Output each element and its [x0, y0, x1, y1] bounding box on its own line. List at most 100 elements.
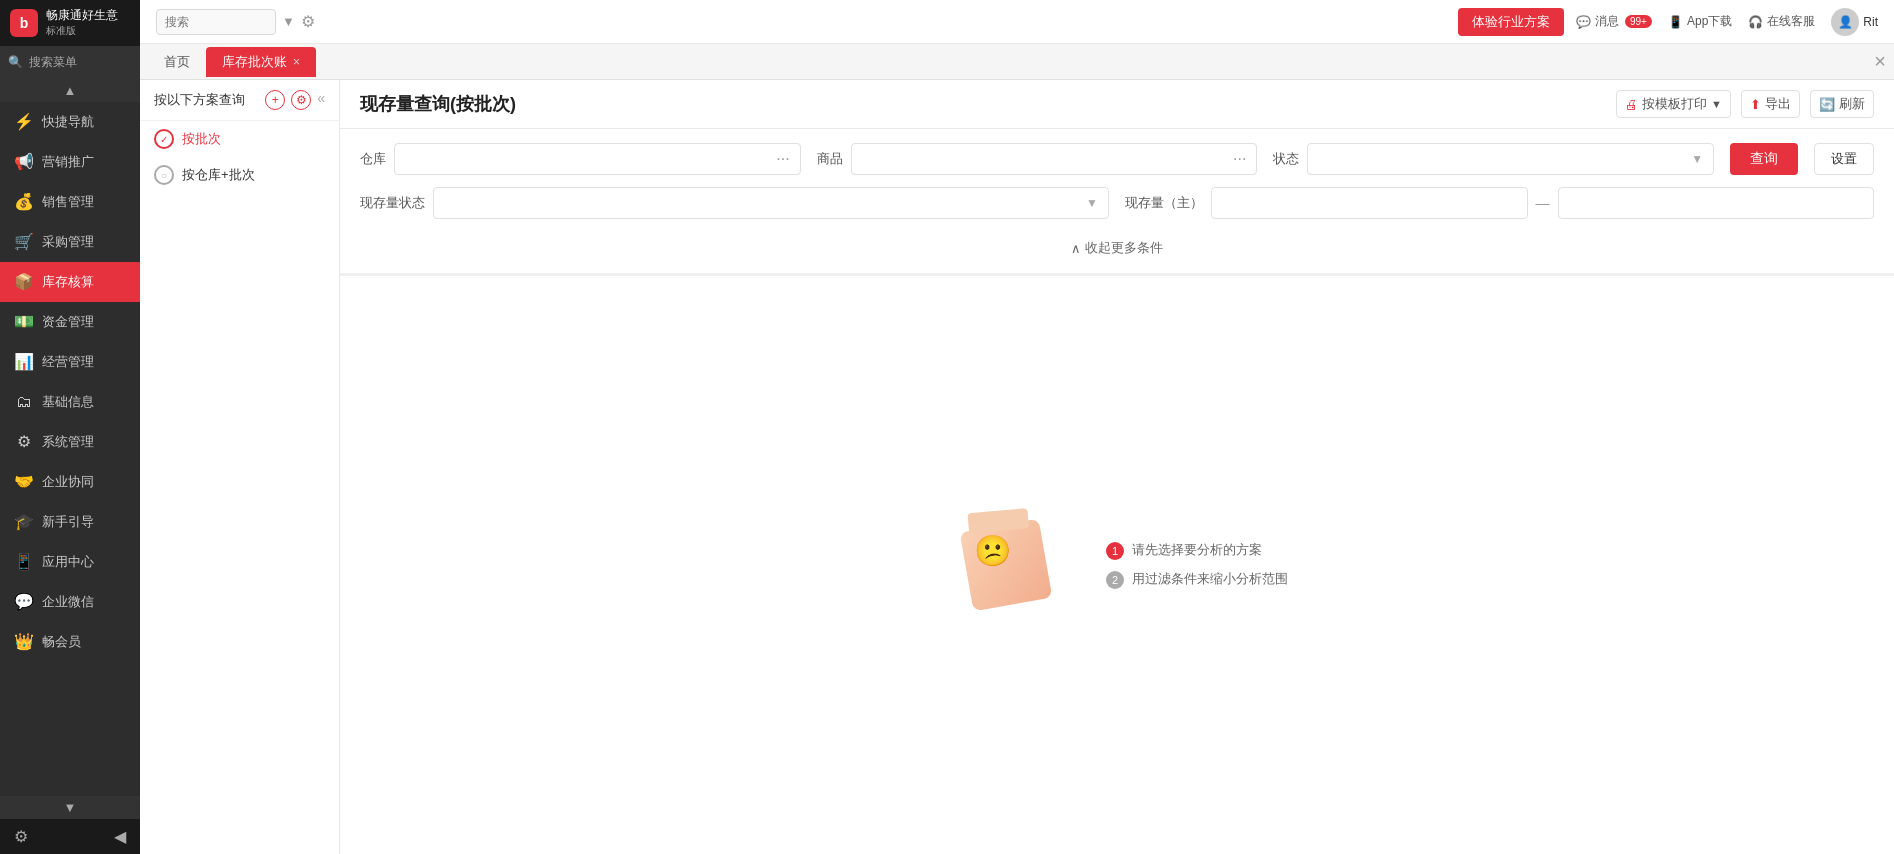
- sidebar-nav: ⚡ 快捷导航 📢 营销推广 💰 销售管理 🛒 采购管理 📦 库存核算 💵 资金管…: [0, 102, 140, 796]
- search-menu[interactable]: 🔍 搜索菜单: [0, 46, 140, 79]
- basic-icon: 🗂: [14, 392, 34, 412]
- sidebar-item-label: 库存核算: [42, 273, 94, 291]
- solution-item-by-warehouse-batch[interactable]: ○ 按仓库+批次: [140, 157, 339, 193]
- sidebar-item-wechat[interactable]: 💬 企业微信: [0, 582, 140, 622]
- messages-badge: 99+: [1625, 15, 1652, 28]
- topbar: ▼ ⚙ 体验行业方案 💬 消息 99+ 📱 App下载 🎧 在线客服 👤: [140, 0, 1894, 44]
- tab-close-icon[interactable]: ×: [293, 55, 300, 69]
- filter-warehouse: 仓库 ···: [360, 143, 801, 175]
- chevron-up-icon: ∧: [1071, 241, 1081, 256]
- refresh-btn[interactable]: 🔄 刷新: [1810, 90, 1874, 118]
- topbar-right: 💬 消息 99+ 📱 App下载 🎧 在线客服 👤 Rit: [1576, 8, 1878, 36]
- left-panel: 按以下方案查询 + ⚙ « ✓ 按批次 ○ 按仓库+批次: [140, 80, 340, 854]
- hint-num-1: 1: [1106, 542, 1124, 560]
- left-panel-icons: + ⚙ «: [265, 90, 325, 110]
- trial-btn[interactable]: 体验行业方案: [1458, 8, 1564, 36]
- sidebar-item-marketing[interactable]: 📢 营销推广: [0, 142, 140, 182]
- scroll-down-btn[interactable]: ▼: [0, 796, 140, 819]
- app-download-btn[interactable]: 📱 App下载: [1668, 13, 1732, 30]
- sidebar-item-label: 应用中心: [42, 553, 94, 571]
- app-logo: b: [10, 9, 38, 37]
- chevron-down-icon[interactable]: ▼: [1711, 98, 1722, 110]
- empty-illustration: 😕: [946, 505, 1066, 625]
- dropdown-icon[interactable]: ▼: [282, 14, 295, 29]
- sidebar-item-system[interactable]: ⚙ 系统管理: [0, 422, 140, 462]
- newbie-icon: 🎓: [14, 512, 34, 532]
- filter-product: 商品 ···: [817, 143, 1258, 175]
- solution-label: 按批次: [182, 130, 221, 148]
- filter-row-2: 现存量状态 ▼ 现存量（主） —: [360, 187, 1874, 219]
- settings-icon[interactable]: ⚙: [301, 12, 315, 31]
- left-panel-title: 按以下方案查询: [154, 91, 245, 109]
- status-select[interactable]: ▼: [1307, 143, 1714, 175]
- stock-qty-label: 现存量（主）: [1125, 194, 1203, 212]
- range-separator: —: [1536, 195, 1550, 211]
- page-header: 现存量查询(按批次) 🖨 按模板打印 ▼ ⬆ 导出 🔄 刷新: [340, 80, 1894, 129]
- sidebar-item-enterprise[interactable]: 🤝 企业协同: [0, 462, 140, 502]
- footer-settings-icon[interactable]: ⚙: [14, 827, 28, 846]
- sidebar-item-label: 基础信息: [42, 393, 94, 411]
- sidebar-item-finance[interactable]: 💵 资金管理: [0, 302, 140, 342]
- stock-qty-max-input[interactable]: [1558, 187, 1875, 219]
- sidebar-item-inventory[interactable]: 📦 库存核算: [0, 262, 140, 302]
- solution-item-by-batch[interactable]: ✓ 按批次: [140, 121, 339, 157]
- add-solution-btn[interactable]: +: [265, 90, 285, 110]
- stock-status-select[interactable]: ▼: [433, 187, 1109, 219]
- stock-status-label: 现存量状态: [360, 194, 425, 212]
- tab-home[interactable]: 首页: [148, 47, 206, 77]
- filter-row-1: 仓库 ··· 商品 ···: [360, 143, 1874, 175]
- left-panel-header: 按以下方案查询 + ⚙ «: [140, 80, 339, 121]
- collapse-panel-btn[interactable]: «: [317, 90, 325, 110]
- sidebar-item-appcenter[interactable]: 📱 应用中心: [0, 542, 140, 582]
- filter-stock-qty: 现存量（主） —: [1125, 187, 1874, 219]
- sidebar-item-label: 资金管理: [42, 313, 94, 331]
- sidebar-item-label: 新手引导: [42, 513, 94, 531]
- system-icon: ⚙: [14, 432, 34, 452]
- sidebar-item-operation[interactable]: 📊 经营管理: [0, 342, 140, 382]
- solution-label: 按仓库+批次: [182, 166, 255, 184]
- query-btn[interactable]: 查询: [1730, 143, 1798, 175]
- scroll-up-btn[interactable]: ▲: [0, 79, 140, 102]
- headset-icon: 🎧: [1748, 15, 1763, 29]
- tab-inventory-batch-label: 库存批次账: [222, 53, 287, 71]
- sidebar-item-sales[interactable]: 💰 销售管理: [0, 182, 140, 222]
- refresh-icon: 🔄: [1819, 97, 1835, 112]
- marketing-icon: 📢: [14, 152, 34, 172]
- empty-hints: 1 请先选择要分析的方案 2 用过滤条件来缩小分析范围: [1106, 541, 1288, 589]
- product-dots-icon[interactable]: ···: [1233, 150, 1246, 168]
- sidebar-item-purchase[interactable]: 🛒 采购管理: [0, 222, 140, 262]
- settings-btn[interactable]: 设置: [1814, 143, 1874, 175]
- app-name: 畅康通好生意: [46, 8, 118, 24]
- main-area: ▼ ⚙ 体验行业方案 💬 消息 99+ 📱 App下载 🎧 在线客服 👤: [140, 0, 1894, 854]
- warehouse-input[interactable]: ···: [394, 143, 801, 175]
- enterprise-icon: 🤝: [14, 472, 34, 492]
- messages-btn[interactable]: 💬 消息 99+: [1576, 13, 1652, 30]
- finance-icon: 💵: [14, 312, 34, 332]
- settings-solution-btn[interactable]: ⚙: [291, 90, 311, 110]
- member-icon: 👑: [14, 632, 34, 652]
- stock-qty-min-input[interactable]: [1211, 187, 1528, 219]
- sidebar-item-label: 企业协同: [42, 473, 94, 491]
- app-version: 标准版: [46, 24, 118, 38]
- right-content: 现存量查询(按批次) 🖨 按模板打印 ▼ ⬆ 导出 🔄 刷新: [340, 80, 1894, 854]
- topbar-search-input[interactable]: [156, 9, 276, 35]
- message-icon: 💬: [1576, 15, 1591, 29]
- sidebar-item-member[interactable]: 👑 畅会员: [0, 622, 140, 662]
- print-btn[interactable]: 🖨 按模板打印 ▼: [1616, 90, 1731, 118]
- user-info[interactable]: 👤 Rit: [1831, 8, 1878, 36]
- topbar-breadcrumb: ▼ ⚙: [156, 9, 1446, 35]
- sidebar-item-basic[interactable]: 🗂 基础信息: [0, 382, 140, 422]
- collapse-conditions-btn[interactable]: ∧ 收起更多条件: [360, 231, 1874, 259]
- online-service-btn[interactable]: 🎧 在线客服: [1748, 13, 1815, 30]
- tab-inventory-batch[interactable]: 库存批次账 ×: [206, 47, 316, 77]
- warehouse-dots-icon[interactable]: ···: [776, 150, 789, 168]
- sidebar-item-newbie[interactable]: 🎓 新手引导: [0, 502, 140, 542]
- export-btn[interactable]: ⬆ 导出: [1741, 90, 1800, 118]
- export-icon: ⬆: [1750, 97, 1761, 112]
- tabs-bar: 首页 库存批次账 × ×: [140, 44, 1894, 80]
- sidebar-item-quick-nav[interactable]: ⚡ 快捷导航: [0, 102, 140, 142]
- tab-close-btn[interactable]: ×: [1874, 50, 1886, 73]
- product-input[interactable]: ···: [851, 143, 1258, 175]
- footer-collapse-icon[interactable]: ◀: [114, 827, 126, 846]
- sidebar-footer: ⚙ ◀: [0, 819, 140, 854]
